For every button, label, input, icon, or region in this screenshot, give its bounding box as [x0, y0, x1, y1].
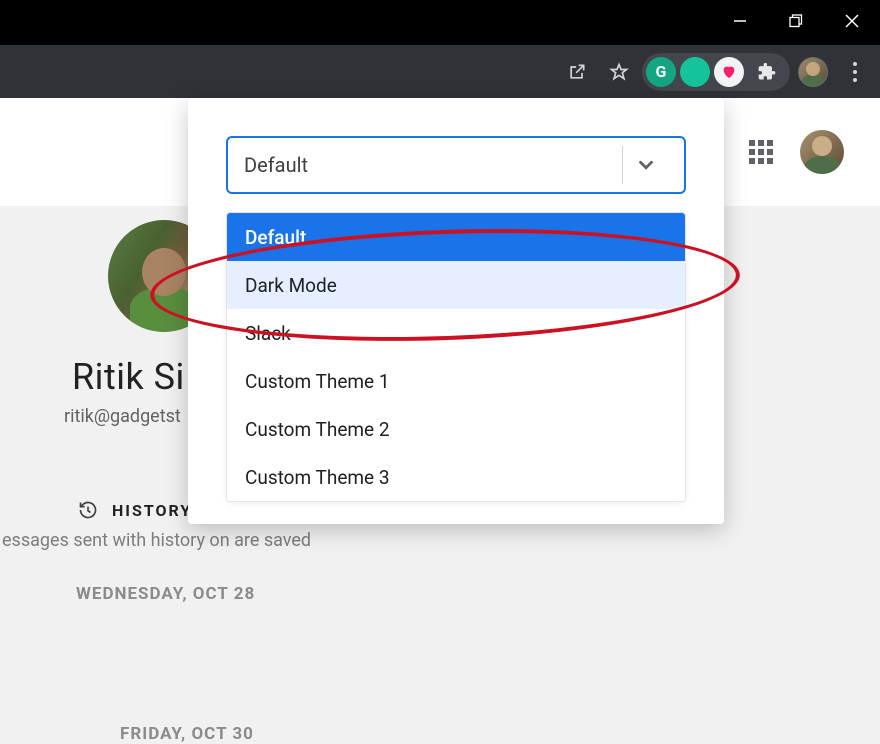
theme-select-value: Default — [244, 153, 308, 177]
history-description: essages sent with history on are saved — [2, 530, 311, 551]
extension-heart[interactable] — [714, 57, 744, 87]
star-icon — [609, 62, 629, 82]
chevron-down-icon — [635, 154, 657, 176]
window-close-button[interactable] — [824, 0, 880, 42]
close-icon — [845, 14, 859, 28]
history-section-header: HISTORY — [78, 500, 192, 520]
display-name: Ritik Si — [72, 356, 185, 398]
theme-select[interactable]: Default — [226, 136, 686, 194]
theme-options-list: Default Dark Mode Slack Custom Theme 1 C… — [226, 212, 686, 502]
kebab-icon — [853, 62, 857, 82]
history-icon — [78, 500, 98, 520]
extension-grammarly[interactable]: G — [646, 57, 676, 87]
browser-toolbar: G — [0, 42, 880, 98]
theme-option-dark-mode[interactable]: Dark Mode — [227, 261, 685, 309]
heart-icon — [721, 64, 737, 80]
theme-dropdown-panel: Default Default Dark Mode Slack Custom T… — [188, 98, 724, 524]
theme-option-slack[interactable]: Slack — [227, 309, 685, 357]
date-header-2: FRIDAY, OCT 30 — [120, 724, 254, 744]
browser-menu-button[interactable] — [836, 53, 874, 91]
minimize-icon — [733, 14, 747, 28]
google-apps-button[interactable] — [742, 133, 780, 171]
theme-option-default[interactable]: Default — [227, 213, 685, 261]
date-header-1: WEDNESDAY, OCT 28 — [76, 584, 255, 604]
open-in-new-icon — [567, 62, 587, 82]
profile-avatar-small[interactable] — [794, 53, 832, 91]
avatar-icon — [798, 57, 828, 87]
puzzle-icon — [757, 62, 777, 82]
theme-option-custom-1[interactable]: Custom Theme 1 — [227, 357, 685, 405]
open-in-new-button[interactable] — [558, 53, 596, 91]
window-minimize-button[interactable] — [712, 0, 768, 42]
window-titlebar — [0, 0, 880, 42]
theme-option-custom-2[interactable]: Custom Theme 2 — [227, 405, 685, 453]
theme-select-caret[interactable] — [622, 146, 668, 184]
extensions-group: G — [642, 53, 790, 91]
window-restore-button[interactable] — [768, 0, 824, 42]
apps-grid-icon — [749, 140, 773, 164]
history-label: HISTORY — [112, 501, 192, 520]
account-avatar[interactable] — [800, 130, 844, 174]
bookmark-star-button[interactable] — [600, 53, 638, 91]
theme-option-custom-3[interactable]: Custom Theme 3 — [227, 453, 685, 501]
profile-email: ritik@gadgetst — [64, 406, 181, 427]
extension-green[interactable] — [680, 57, 710, 87]
extensions-menu-button[interactable] — [748, 53, 786, 91]
restore-icon — [789, 14, 803, 28]
